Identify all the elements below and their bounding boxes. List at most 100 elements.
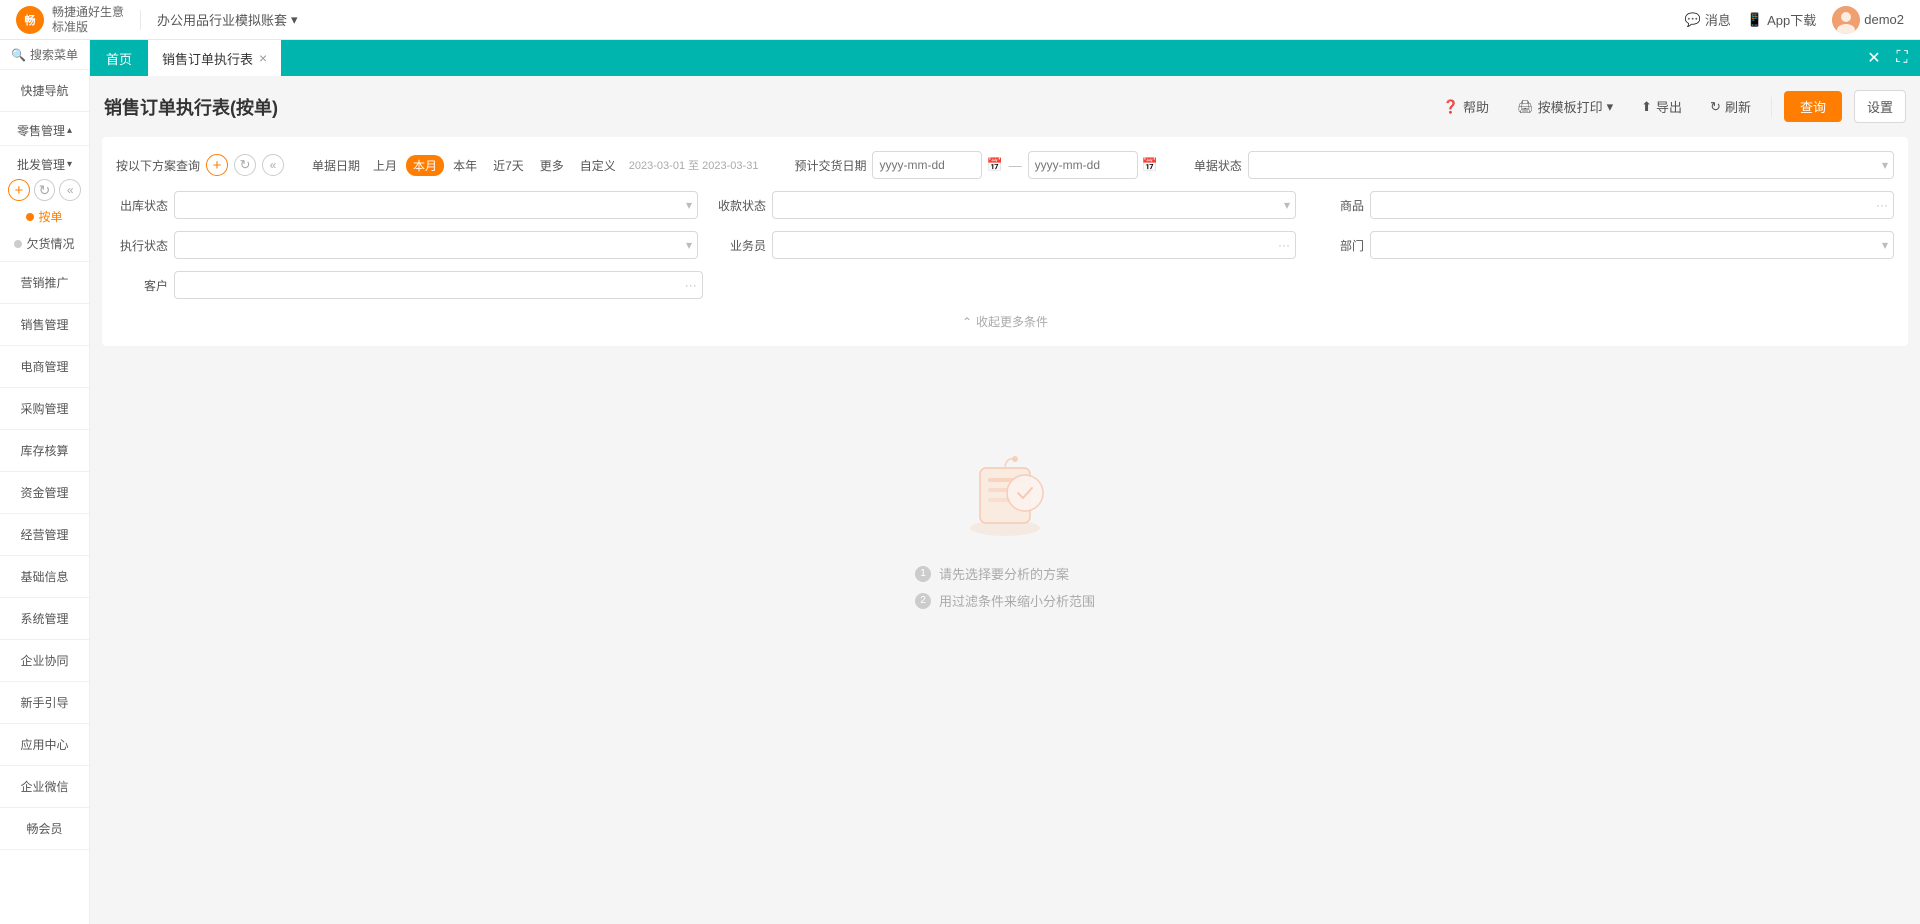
sidebar-member-section: 畅会员 — [0, 808, 89, 850]
sidebar-apps-section: 应用中心 — [0, 724, 89, 766]
sidebar-item-guide[interactable]: 新手引导 — [0, 686, 89, 719]
sidebar-item-ecommerce[interactable]: 电商管理 — [0, 350, 89, 383]
date-tab-custom[interactable]: 自定义 — [573, 155, 623, 176]
filter-row-2: 出库状态 ▾ 收款状态 — [116, 191, 1894, 219]
wholesale-add-btn[interactable]: + — [8, 179, 30, 201]
sidebar-item-inventory[interactable]: 库存核算 — [0, 434, 89, 467]
content-body: 销售订单执行表(按单) ❓ 帮助 🖨 按模板打印 ▾ ⬆ — [90, 76, 1920, 924]
page-actions: ❓ 帮助 🖨 按模板打印 ▾ ⬆ 导出 ↻ — [1435, 90, 1906, 123]
salesman-more-icon[interactable]: ··· — [1278, 238, 1290, 252]
tab-controls: ✕ ⛶ — [1856, 48, 1920, 68]
predict-date-group: 预计交货日期 📅 — 📅 — [794, 151, 1157, 179]
predict-date-end-wrapper: 📅 — [1028, 151, 1158, 179]
customer-label: 客户 — [116, 277, 168, 294]
sidebar-item-system[interactable]: 系统管理 — [0, 602, 89, 635]
doc-status-label: 单据状态 — [1194, 157, 1242, 174]
sidebar-corp-section: 企业协同 — [0, 640, 89, 682]
exec-status-cell: 执行状态 ▾ — [116, 231, 698, 259]
receipt-status-cell: 收款状态 ▾ — [714, 191, 1296, 219]
dept-select[interactable] — [1370, 231, 1894, 259]
sidebar-guide-section: 新手引导 — [0, 682, 89, 724]
sidebar-item-member[interactable]: 畅会员 — [0, 812, 89, 845]
tab-maximize-btn[interactable]: ⛶ — [1892, 48, 1912, 68]
calendar-start-icon[interactable]: 📅 — [986, 157, 1002, 173]
salesman-control: ··· — [772, 231, 1296, 259]
sidebar-item-corp[interactable]: 企业协同 — [0, 644, 89, 677]
exec-status-control: ▾ — [174, 231, 698, 259]
sidebar-wholesale-section: 批发管理 ▾ + ↻ « 按单 欠货情况 — [0, 146, 89, 262]
settings-btn[interactable]: 设置 — [1854, 90, 1906, 123]
help-btn[interactable]: ❓ 帮助 — [1435, 93, 1497, 120]
sidebar-item-wholesale[interactable]: 批发管理 ▾ — [0, 150, 89, 175]
goods-input[interactable] — [1370, 191, 1894, 219]
tab-home[interactable]: 首页 — [90, 40, 148, 76]
search-menu-btn[interactable]: 🔍 搜索菜单 — [11, 46, 78, 63]
right-content: 首页 销售订单执行表 × ✕ ⛶ 销售订单执行表(按单) ❓ — [90, 40, 1920, 924]
date-tab-this-month[interactable]: 本月 — [406, 155, 444, 176]
customer-input[interactable] — [174, 271, 703, 299]
wholesale-collapse-btn[interactable]: « — [59, 179, 81, 201]
date-tab-this-year[interactable]: 本年 — [446, 155, 484, 176]
wholesale-refresh-btn[interactable]: ↻ — [34, 179, 56, 201]
topbar: 畅 畅捷通好生意 标准版 办公用品行业模拟账套 ▾ 💬 消息 📱 App下载 — [0, 0, 1920, 40]
date-tab-more[interactable]: 更多 — [533, 155, 571, 176]
out-status-label: 出库状态 — [116, 197, 168, 214]
sidebar-ecommerce-section: 电商管理 — [0, 346, 89, 388]
app-download-btn[interactable]: 📱 App下载 — [1747, 10, 1816, 29]
plan-collapse-btn[interactable]: « — [262, 154, 284, 176]
sidebar-purchase-section: 采购管理 — [0, 388, 89, 430]
logo-icon: 畅 — [16, 6, 44, 34]
sidebar-item-quick-nav[interactable]: 快捷导航 — [0, 74, 89, 107]
sidebar-item-finance[interactable]: 资金管理 — [0, 476, 89, 509]
collapse-more-btn[interactable]: ⌃ 收起更多条件 — [962, 313, 1048, 330]
sidebar-item-marketing[interactable]: 营销推广 — [0, 266, 89, 299]
customer-more-icon[interactable]: ··· — [685, 278, 697, 292]
sidebar-item-operation[interactable]: 经营管理 — [0, 518, 89, 551]
receipt-status-select[interactable] — [772, 191, 1296, 219]
tab-close-window-btn[interactable]: ✕ — [1864, 48, 1884, 68]
salesman-input[interactable] — [772, 231, 1296, 259]
sidebar-item-wechat[interactable]: 企业微信 — [0, 770, 89, 803]
goods-more-icon[interactable]: ··· — [1876, 198, 1888, 212]
refresh-btn[interactable]: ↻ 刷新 — [1702, 93, 1759, 120]
sidebar-item-purchase[interactable]: 采购管理 — [0, 392, 89, 425]
date-tab-7days[interactable]: 近7天 — [486, 155, 531, 176]
date-range-display: 2023-03-01 至 2023-03-31 — [629, 157, 759, 173]
query-btn[interactable]: 查询 — [1784, 91, 1842, 122]
sidebar-item-apps[interactable]: 应用中心 — [0, 728, 89, 761]
print-btn[interactable]: 🖨 按模板打印 ▾ — [1509, 93, 1621, 120]
dept-cell: 部门 ▾ — [1312, 231, 1894, 259]
export-btn[interactable]: ⬆ 导出 — [1633, 93, 1690, 120]
doc-status-control: ▾ — [1248, 151, 1894, 179]
plan-add-btn[interactable]: + — [206, 154, 228, 176]
sidebar-sub-owe[interactable]: 欠货情况 — [0, 230, 89, 257]
date-tab-last-month[interactable]: 上月 — [366, 155, 404, 176]
calendar-end-icon[interactable]: 📅 — [1142, 157, 1158, 173]
sidebar-basic-section: 基础信息 — [0, 556, 89, 598]
empty-state: 1 请先选择要分析的方案 2 用过滤条件来缩小分析范围 — [90, 358, 1920, 670]
message-btn[interactable]: 💬 消息 — [1685, 10, 1731, 29]
predict-date-start[interactable] — [872, 151, 982, 179]
tab-sales-exec[interactable]: 销售订单执行表 × — [148, 40, 281, 76]
sidebar-sub-press-order[interactable]: 按单 — [0, 203, 89, 230]
out-status-cell: 出库状态 ▾ — [116, 191, 698, 219]
sidebar-item-basic[interactable]: 基础信息 — [0, 560, 89, 593]
sidebar-item-sales[interactable]: 销售管理 — [0, 308, 89, 341]
tab-close-icon[interactable]: × — [259, 51, 267, 65]
sidebar: 🔍 搜索菜单 快捷导航 零售管理 ▴ 批发管理 ▾ + ↻ « — [0, 40, 90, 924]
hint-badge-2: 2 — [915, 593, 931, 609]
plan-refresh-btn[interactable]: ↻ — [234, 154, 256, 176]
user-info[interactable]: demo2 — [1832, 6, 1904, 34]
sidebar-item-retail[interactable]: 零售管理 ▴ — [0, 116, 89, 141]
industry-selector[interactable]: 办公用品行业模拟账套 ▾ — [157, 10, 298, 29]
empty-hint-1: 1 请先选择要分析的方案 — [915, 564, 1095, 583]
doc-status-select[interactable] — [1248, 151, 1894, 179]
salesman-label: 业务员 — [714, 237, 766, 254]
out-status-select[interactable] — [174, 191, 698, 219]
date-filter-group: 单据日期 上月 本月 本年 近7天 更多 自定义 2023-03-01 至 20… — [312, 155, 758, 176]
action-divider — [1771, 97, 1772, 117]
topbar-right: 💬 消息 📱 App下载 demo2 — [1685, 6, 1904, 34]
predict-date-end[interactable] — [1028, 151, 1138, 179]
exec-status-select[interactable] — [174, 231, 698, 259]
avatar — [1832, 6, 1860, 34]
